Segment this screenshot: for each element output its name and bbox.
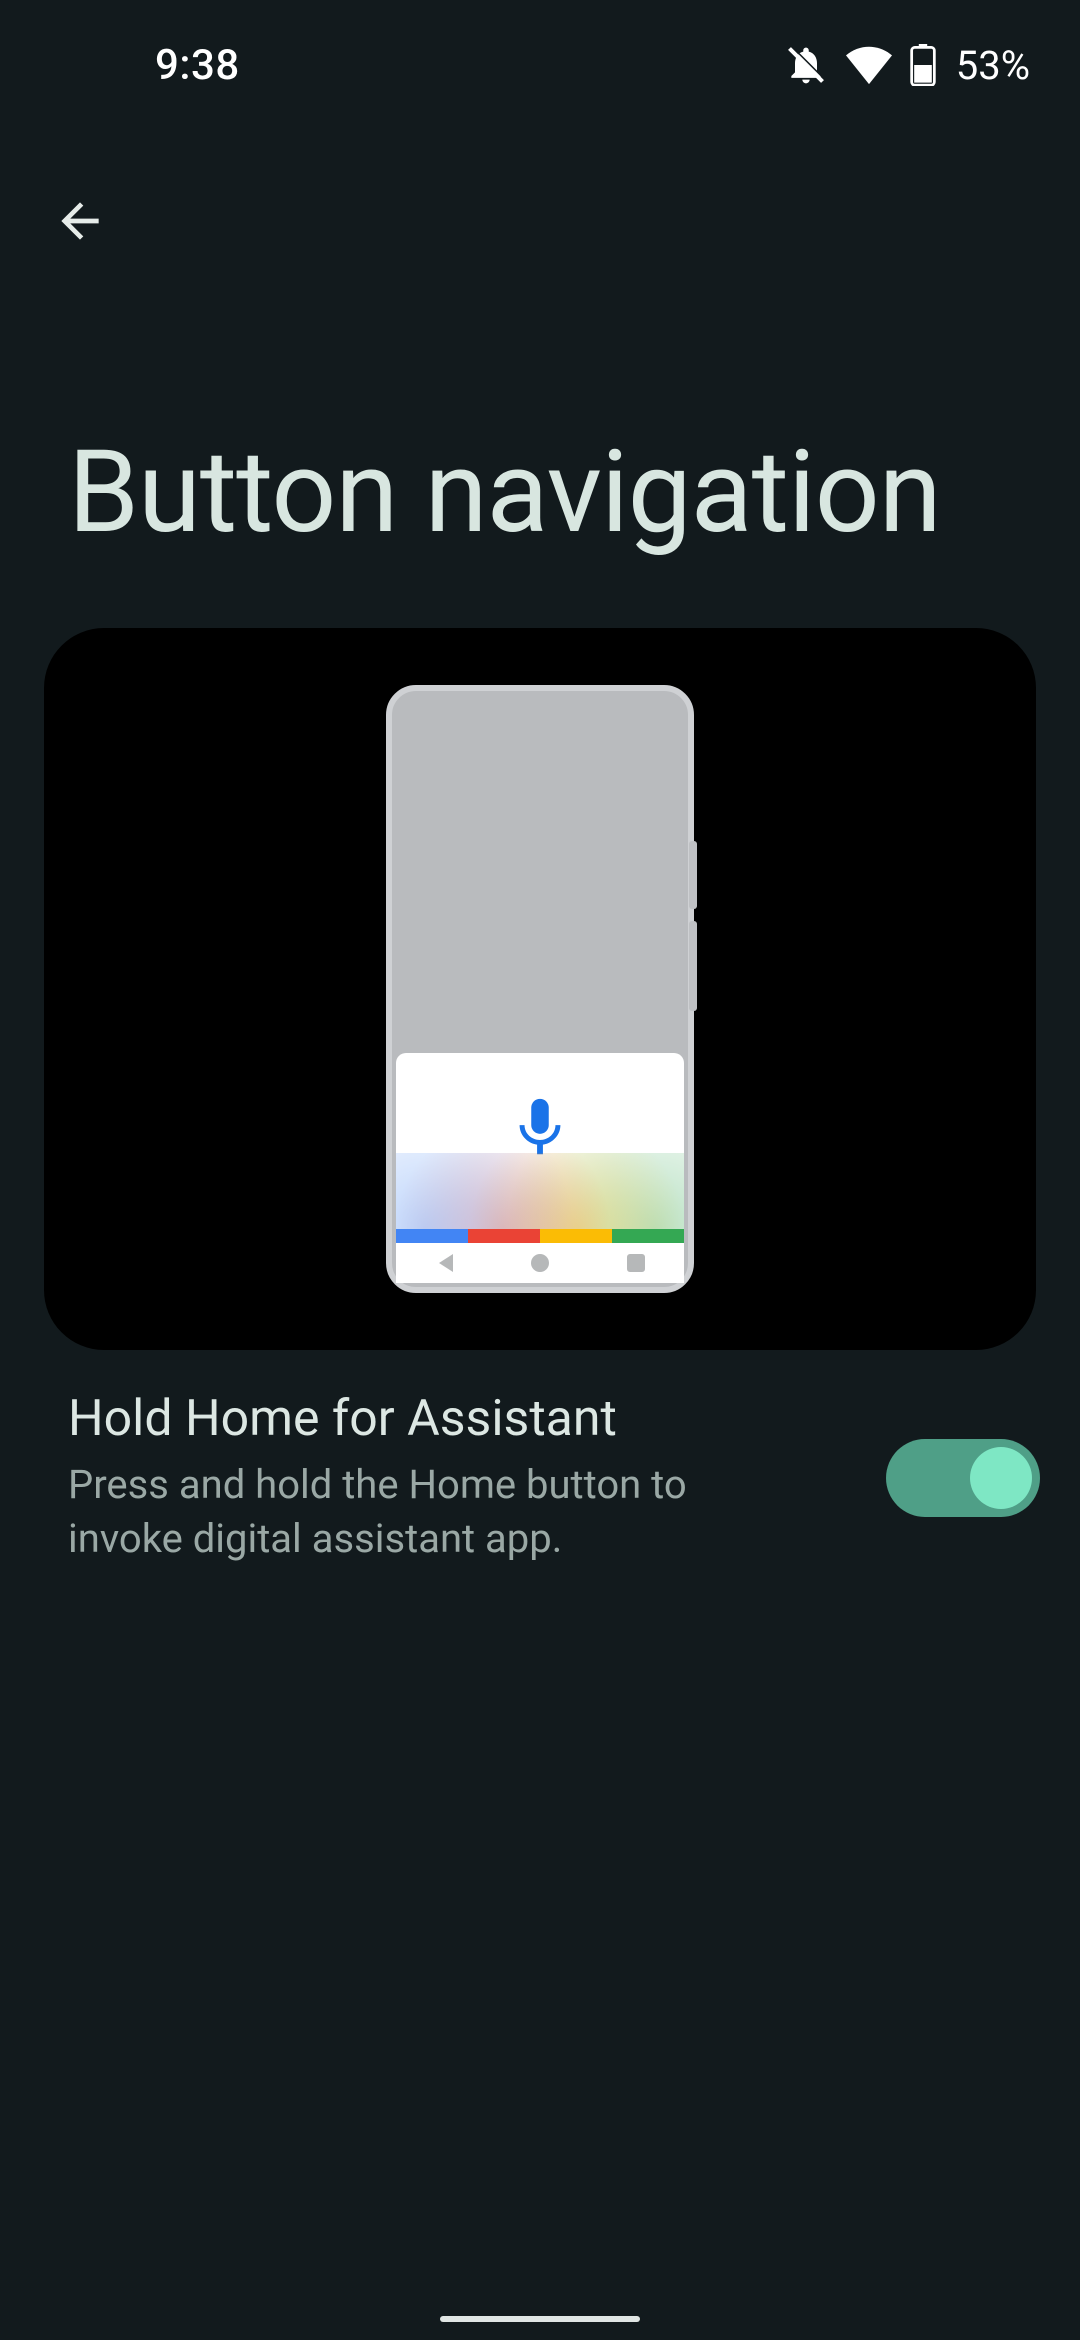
illustration-card bbox=[44, 628, 1036, 1350]
status-bar: 9:38 53% bbox=[0, 0, 1080, 130]
nav-recent-icon bbox=[627, 1254, 645, 1272]
setting-text: Hold Home for Assistant Press and hold t… bbox=[68, 1390, 886, 1566]
status-right: 53% bbox=[784, 42, 1030, 89]
battery-percent: 53% bbox=[956, 42, 1030, 89]
google-colors-bar bbox=[396, 1229, 684, 1243]
hold-home-toggle[interactable] bbox=[886, 1439, 1040, 1517]
demo-navbar bbox=[396, 1243, 684, 1283]
hold-home-setting-row[interactable]: Hold Home for Assistant Press and hold t… bbox=[68, 1390, 1040, 1566]
setting-description: Press and hold the Home button to invoke… bbox=[68, 1458, 808, 1566]
assistant-panel-illustration bbox=[396, 1053, 684, 1243]
arrow-back-icon bbox=[52, 193, 108, 249]
wifi-icon bbox=[846, 45, 892, 85]
nav-home-icon bbox=[531, 1254, 549, 1272]
status-time: 9:38 bbox=[155, 41, 240, 90]
gesture-home-indicator[interactable] bbox=[440, 2316, 640, 2322]
setting-title: Hold Home for Assistant bbox=[68, 1390, 846, 1448]
do-not-disturb-icon bbox=[784, 43, 828, 87]
microphone-icon bbox=[505, 1093, 575, 1167]
back-button[interactable] bbox=[32, 173, 128, 269]
page-title: Button navigation bbox=[68, 425, 941, 559]
demo-phone-illustration bbox=[386, 685, 694, 1293]
battery-icon bbox=[910, 44, 936, 86]
nav-back-icon bbox=[435, 1254, 453, 1272]
